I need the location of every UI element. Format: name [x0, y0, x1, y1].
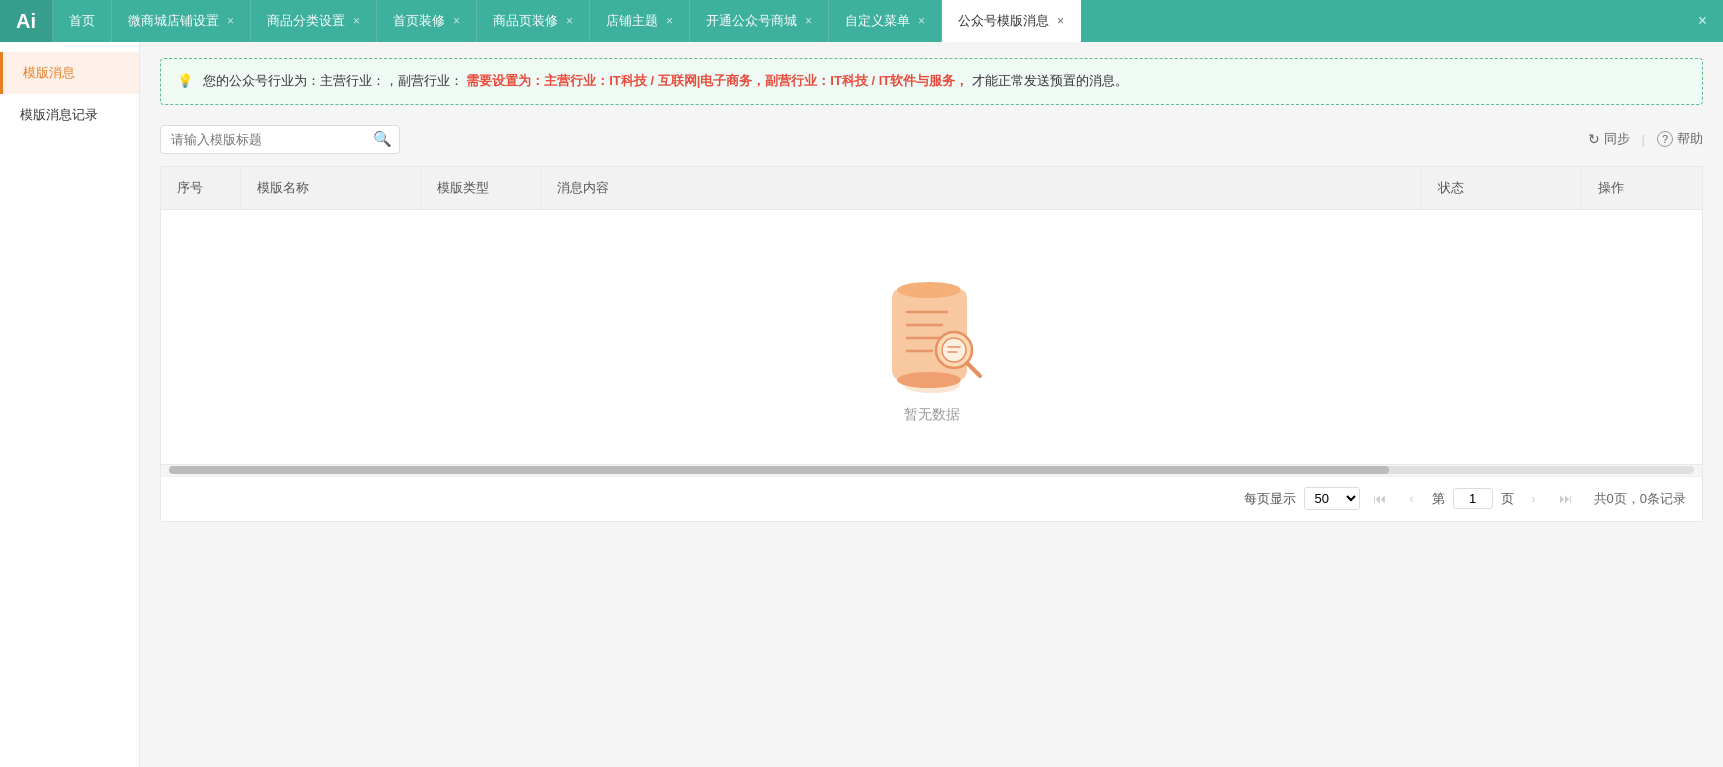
info-prefix: 您的公众号行业为：主营行业：，副营行业： [203, 73, 463, 88]
tab-shop-settings-label: 微商城店铺设置 [128, 12, 219, 30]
svg-point-1 [897, 282, 961, 298]
help-icon: ? [1657, 131, 1673, 147]
empty-illustration [872, 270, 992, 390]
bulb-icon: 💡 [177, 73, 193, 88]
tab-product-category-label: 商品分类设置 [267, 12, 345, 30]
help-label: 帮助 [1677, 130, 1703, 148]
col-action: 操作 [1582, 167, 1702, 209]
tab-product-decor[interactable]: 商品页装修 × [477, 0, 590, 42]
page-unit: 页 [1501, 490, 1514, 508]
close-tab-product-decor[interactable]: × [566, 14, 573, 28]
sidebar-item-template-message-record[interactable]: 模版消息记录 [0, 94, 139, 136]
info-banner: 💡 您的公众号行业为：主营行业：，副营行业： 需要设置为：主营行业：IT科技 /… [160, 58, 1703, 105]
col-message-content: 消息内容 [541, 167, 1422, 209]
svg-point-8 [942, 338, 966, 362]
empty-text: 暂无数据 [904, 406, 960, 424]
logo-text: Ai [16, 10, 36, 33]
col-index: 序号 [161, 167, 241, 209]
page-number-input[interactable] [1453, 488, 1493, 509]
close-tab-template-msg[interactable]: × [1057, 14, 1064, 28]
scroll-thumb[interactable] [169, 466, 1389, 474]
close-tab-open-mall[interactable]: × [805, 14, 812, 28]
info-suffix: 才能正常发送预置的消息。 [972, 73, 1128, 88]
close-tab-product-category[interactable]: × [353, 14, 360, 28]
search-input-wrap: 🔍 [160, 125, 400, 154]
sidebar: 模版消息 模版消息记录 [0, 42, 140, 767]
close-tab-custom-menu[interactable]: × [918, 14, 925, 28]
tab-shop-theme-label: 店铺主题 [606, 12, 658, 30]
top-nav-bar: Ai 首页 微商城店铺设置 × 商品分类设置 × 首页装修 × 商品页装修 × … [0, 0, 1723, 42]
horizontal-scrollbar[interactable] [161, 464, 1702, 476]
scroll-track[interactable] [169, 466, 1694, 474]
table-header: 序号 模版名称 模版类型 消息内容 状态 操作 [161, 167, 1702, 210]
close-tab-shop-theme[interactable]: × [666, 14, 673, 28]
next-page-button[interactable]: › [1522, 487, 1546, 511]
col-status: 状态 [1422, 167, 1582, 209]
info-highlight: 需要设置为：主营行业：IT科技 / 互联网|电子商务，副营行业：IT科技 / I… [466, 73, 968, 88]
last-page-button[interactable]: ⏭ [1554, 487, 1578, 511]
search-input[interactable] [160, 125, 400, 154]
prev-page-button[interactable]: ‹ [1400, 487, 1424, 511]
tab-home-decor-label: 首页装修 [393, 12, 445, 30]
sidebar-item-template-message[interactable]: 模版消息 [0, 52, 139, 94]
help-button[interactable]: ? 帮助 [1657, 130, 1703, 148]
sidebar-item-template-message-record-label: 模版消息记录 [20, 107, 98, 122]
tab-home[interactable]: 首页 [53, 0, 112, 42]
tab-open-mall[interactable]: 开通公众号商城 × [690, 0, 829, 42]
data-table: 序号 模版名称 模版类型 消息内容 状态 操作 [160, 166, 1703, 522]
first-page-button[interactable]: ⏮ [1368, 487, 1392, 511]
content-area: 💡 您的公众号行业为：主营行业：，副营行业： 需要设置为：主营行业：IT科技 /… [140, 42, 1723, 767]
search-bar: 🔍 ↻ 同步 | ? 帮助 [160, 125, 1703, 154]
toolbar-divider: | [1642, 132, 1645, 147]
empty-state: 暂无数据 [161, 210, 1702, 464]
sidebar-item-template-message-label: 模版消息 [23, 65, 75, 80]
tab-shop-settings[interactable]: 微商城店铺设置 × [112, 0, 251, 42]
logo-tab: Ai [0, 0, 53, 42]
tab-template-msg[interactable]: 公众号模版消息 × [942, 0, 1081, 42]
tab-custom-menu-label: 自定义菜单 [845, 12, 910, 30]
page-label: 第 [1432, 490, 1445, 508]
tab-home-decor[interactable]: 首页装修 × [377, 0, 477, 42]
refresh-icon: ↻ [1588, 131, 1600, 147]
close-all-button[interactable]: × [1682, 12, 1723, 30]
svg-point-2 [897, 372, 961, 388]
sync-button[interactable]: ↻ 同步 [1588, 130, 1630, 148]
tab-template-msg-label: 公众号模版消息 [958, 12, 1049, 30]
tab-shop-theme[interactable]: 店铺主题 × [590, 0, 690, 42]
tab-custom-menu[interactable]: 自定义菜单 × [829, 0, 942, 42]
page-size-label: 每页显示 [1244, 490, 1296, 508]
toolbar-right: ↻ 同步 | ? 帮助 [1588, 130, 1703, 148]
main-layout: 模版消息 模版消息记录 💡 您的公众号行业为：主营行业：，副营行业： 需要设置为… [0, 42, 1723, 767]
col-template-name: 模版名称 [241, 167, 421, 209]
tab-product-decor-label: 商品页装修 [493, 12, 558, 30]
search-icon[interactable]: 🔍 [373, 130, 392, 148]
sync-label: 同步 [1604, 130, 1630, 148]
page-total: 共0页，0条记录 [1594, 490, 1686, 508]
close-tab-home-decor[interactable]: × [453, 14, 460, 28]
page-size-select[interactable]: 50 20 100 [1304, 487, 1360, 510]
tab-home-label: 首页 [69, 12, 95, 30]
tab-product-category[interactable]: 商品分类设置 × [251, 0, 377, 42]
close-tab-shop-settings[interactable]: × [227, 14, 234, 28]
col-template-type: 模版类型 [421, 167, 541, 209]
empty-state-svg [872, 270, 992, 400]
pagination: 每页显示 50 20 100 ⏮ ‹ 第 页 › ⏭ 共0页，0条记录 [161, 476, 1702, 521]
tab-open-mall-label: 开通公众号商城 [706, 12, 797, 30]
svg-line-9 [967, 363, 980, 376]
